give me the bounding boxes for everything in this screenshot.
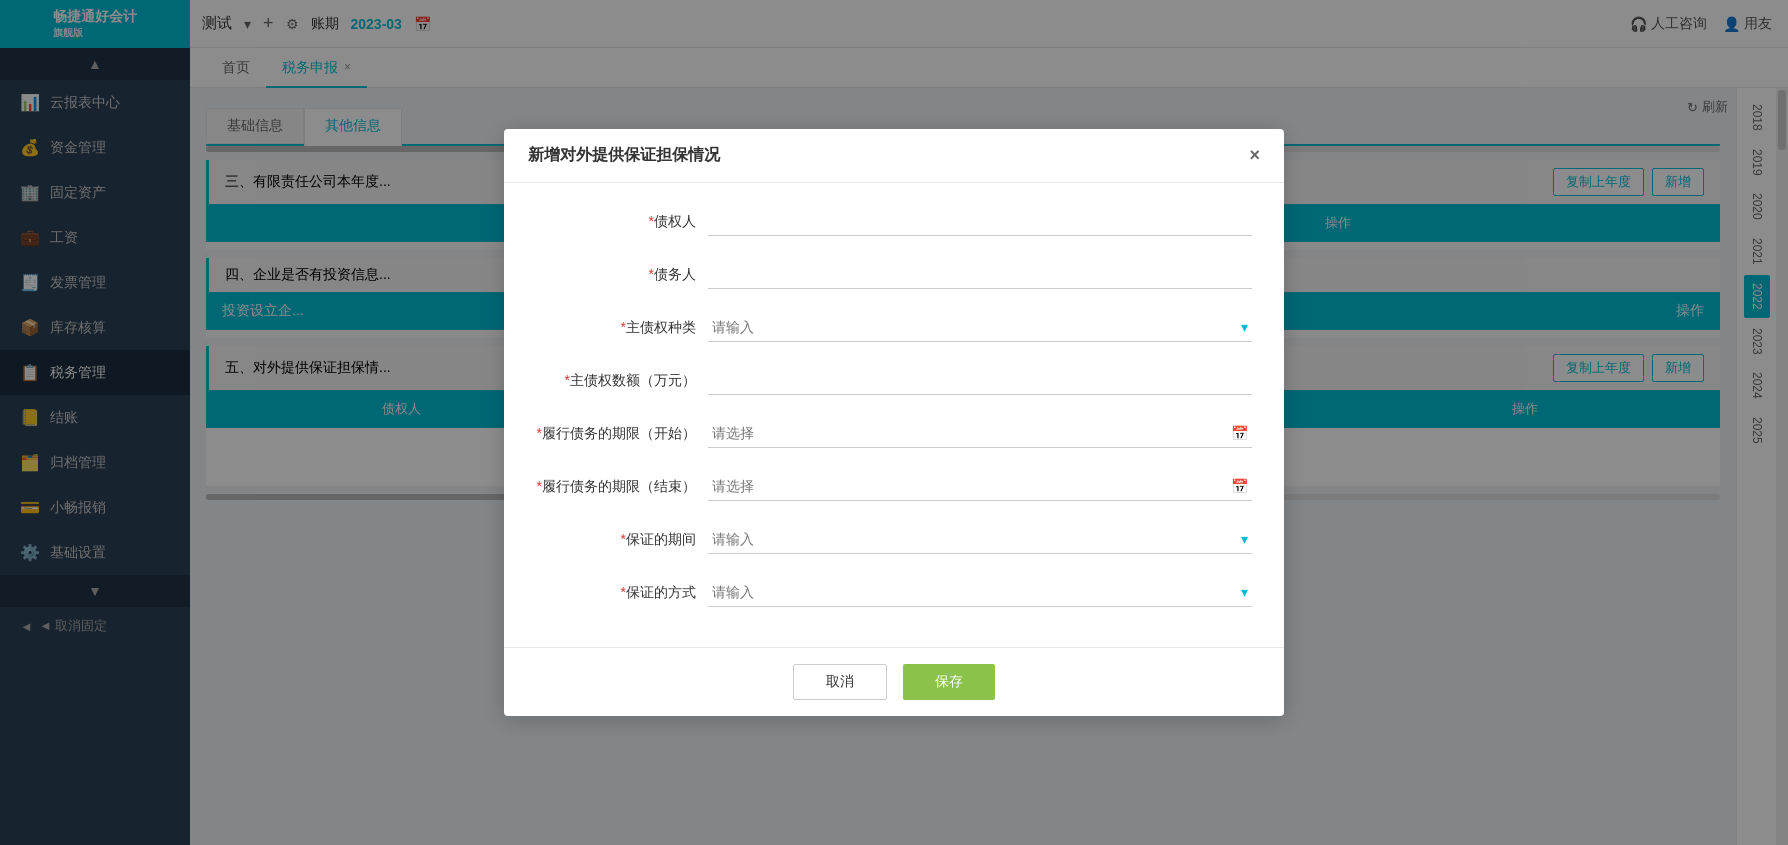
select-credit-type-input[interactable]: [712, 319, 1241, 335]
select-credit-type[interactable]: ▾: [708, 313, 1252, 342]
required-mark-2: *: [649, 266, 654, 282]
form-row-guarantee-period: *保证的期间 ▾: [536, 525, 1252, 554]
select-guarantee-period-arrow: ▾: [1241, 531, 1248, 547]
select-guarantee-method-arrow: ▾: [1241, 584, 1248, 600]
label-guarantee-period: *保证的期间: [536, 531, 696, 549]
required-mark-4: *: [565, 372, 570, 388]
date-period-end-input[interactable]: [712, 478, 1231, 494]
required-mark-6: *: [537, 478, 542, 494]
required-mark: *: [649, 213, 654, 229]
label-debtor: *债务人: [536, 266, 696, 284]
select-guarantee-method[interactable]: ▾: [708, 578, 1252, 607]
required-mark-7: *: [621, 531, 626, 547]
select-guarantee-method-input[interactable]: [712, 584, 1241, 600]
calendar-end-icon[interactable]: 📅: [1231, 478, 1248, 494]
cancel-button[interactable]: 取消: [793, 664, 887, 700]
modal-body: *债权人 *债务人 *主债权种类 ▾: [504, 183, 1284, 647]
required-mark-5: *: [537, 425, 542, 441]
modal-overlay[interactable]: 新增对外提供保证担保情况 × *债权人 *债务人 *: [0, 0, 1788, 845]
input-creditor[interactable]: [708, 207, 1252, 236]
label-credit-type: *主债权种类: [536, 319, 696, 337]
label-period-end: *履行债务的期限（结束）: [536, 478, 696, 496]
form-row-debtor: *债务人: [536, 260, 1252, 289]
form-row-guarantee-method: *保证的方式 ▾: [536, 578, 1252, 607]
form-row-credit-amount: *主债权数额（万元）: [536, 366, 1252, 395]
form-row-creditor: *债权人: [536, 207, 1252, 236]
form-row-period-end: *履行债务的期限（结束） 📅: [536, 472, 1252, 501]
form-row-period-start: *履行债务的期限（开始） 📅: [536, 419, 1252, 448]
required-mark-8: *: [621, 584, 626, 600]
modal-close-icon[interactable]: ×: [1249, 145, 1260, 166]
label-period-start: *履行债务的期限（开始）: [536, 425, 696, 443]
modal-header: 新增对外提供保证担保情况 ×: [504, 129, 1284, 183]
modal-footer: 取消 保存: [504, 647, 1284, 716]
input-credit-amount[interactable]: [708, 366, 1252, 395]
select-guarantee-period[interactable]: ▾: [708, 525, 1252, 554]
form-row-credit-type: *主债权种类 ▾: [536, 313, 1252, 342]
required-mark-3: *: [621, 319, 626, 335]
label-credit-amount: *主债权数额（万元）: [536, 372, 696, 390]
calendar-start-icon[interactable]: 📅: [1231, 425, 1248, 441]
modal-title: 新增对外提供保证担保情况: [528, 145, 720, 166]
select-guarantee-period-input[interactable]: [712, 531, 1241, 547]
select-credit-type-arrow: ▾: [1241, 319, 1248, 335]
date-period-end[interactable]: 📅: [708, 472, 1252, 501]
modal-dialog: 新增对外提供保证担保情况 × *债权人 *债务人 *: [504, 129, 1284, 716]
label-creditor: *债权人: [536, 213, 696, 231]
save-button[interactable]: 保存: [903, 664, 995, 700]
label-guarantee-method: *保证的方式: [536, 584, 696, 602]
date-period-start[interactable]: 📅: [708, 419, 1252, 448]
input-debtor[interactable]: [708, 260, 1252, 289]
date-period-start-input[interactable]: [712, 425, 1231, 441]
